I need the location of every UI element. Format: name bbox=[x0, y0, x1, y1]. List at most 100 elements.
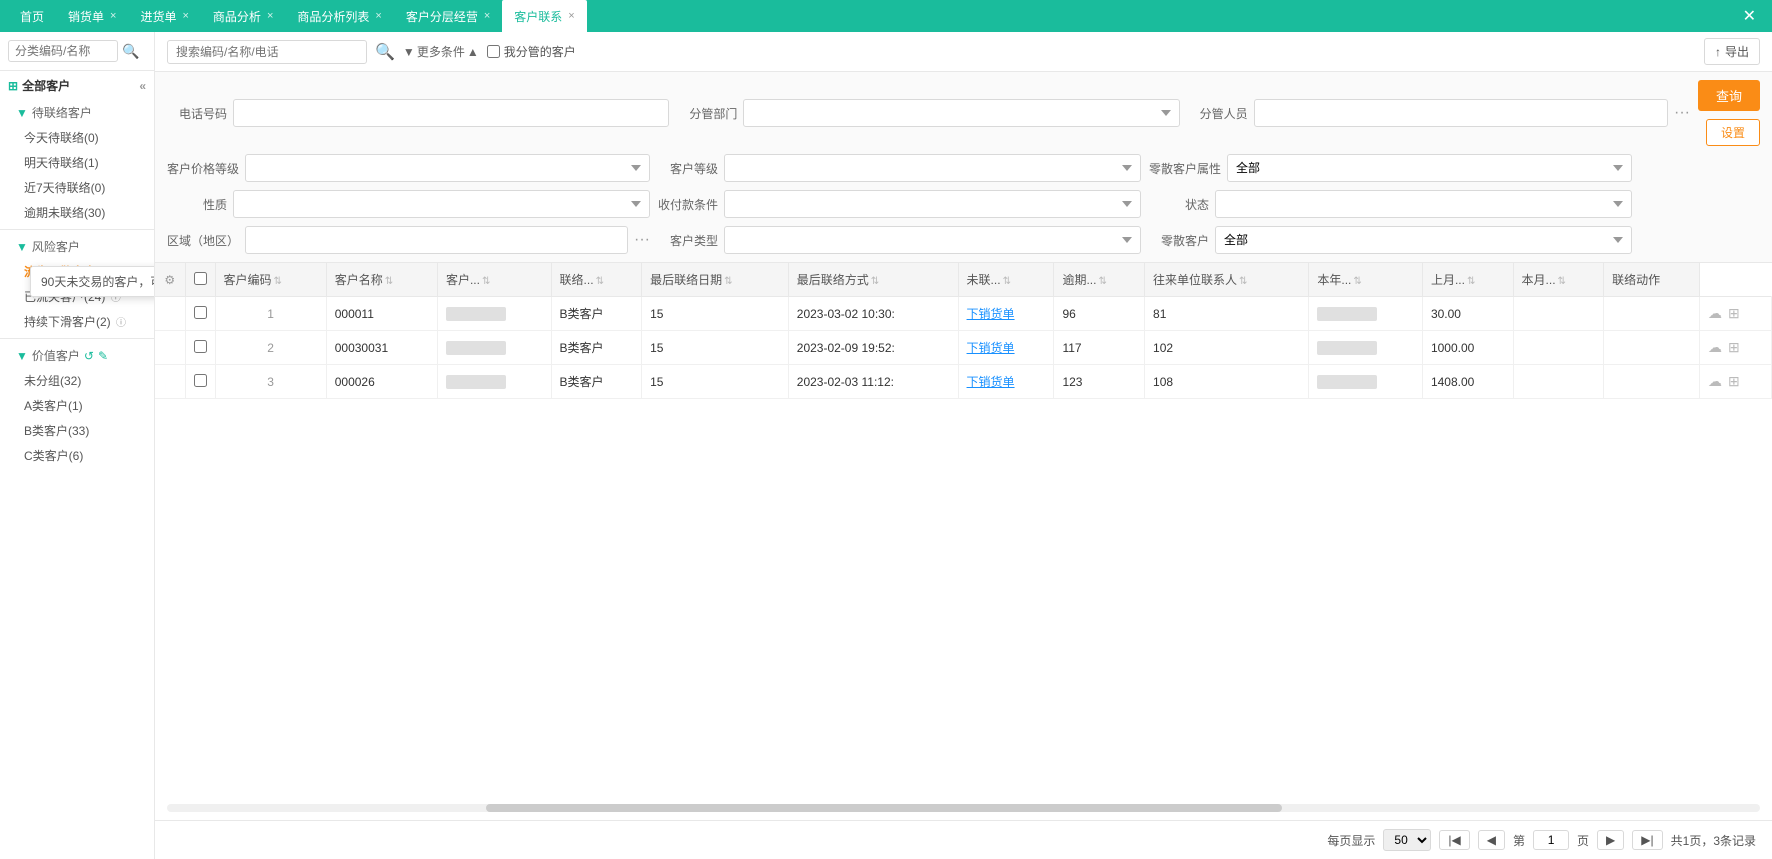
th-settings[interactable]: ⚙ bbox=[155, 263, 185, 297]
sidebar-item-class-c[interactable]: C类客户(6) bbox=[0, 443, 154, 468]
close-product-analysis-tab[interactable]: × bbox=[267, 10, 273, 22]
close-customer-contact-tab[interactable]: × bbox=[568, 10, 574, 22]
sidebar-search-icon[interactable]: 🔍 bbox=[122, 43, 139, 60]
sidebar-value-section[interactable]: ▼ 价值客户 ↺ ✎ bbox=[0, 343, 154, 368]
last-page-button[interactable]: ▶| bbox=[1632, 830, 1662, 850]
close-purchase-tab[interactable]: × bbox=[182, 10, 188, 22]
page-number-input[interactable] bbox=[1533, 830, 1569, 850]
sidebar-risk-section[interactable]: ▼ 风险客户 bbox=[0, 234, 154, 259]
window-close-button[interactable]: ✕ bbox=[1735, 6, 1764, 26]
sidebar-item-ungrouped[interactable]: 未分组(32) bbox=[0, 368, 154, 393]
row-checkbox-2[interactable] bbox=[194, 374, 207, 387]
action-grid-icon-1[interactable]: ⊞ bbox=[1728, 339, 1740, 356]
my-customers-checkbox[interactable] bbox=[487, 45, 500, 58]
th-this-month: 本月...⇅ bbox=[1513, 263, 1604, 297]
my-customers-checkbox-label[interactable]: 我分管的客户 bbox=[487, 43, 576, 60]
th-code: 客户编码⇅ bbox=[215, 263, 326, 297]
grid-icon: ⊞ bbox=[8, 79, 18, 93]
row-this-year-2: 1408.00 bbox=[1422, 365, 1513, 399]
status-select[interactable] bbox=[1215, 190, 1632, 218]
first-page-button[interactable]: |◀ bbox=[1439, 830, 1469, 850]
filter-payment-field: 收付款条件 bbox=[658, 190, 1141, 218]
customer-type-select[interactable] bbox=[724, 226, 1141, 254]
manager-input[interactable] bbox=[1254, 99, 1668, 127]
action-chat-icon-0[interactable]: ☁ bbox=[1708, 305, 1722, 322]
region-input[interactable] bbox=[245, 226, 628, 254]
query-button[interactable]: 查询 bbox=[1698, 80, 1760, 111]
filter-more-button[interactable]: ▼ 更多条件 ▲ bbox=[403, 43, 479, 60]
row-checkbox-1[interactable] bbox=[194, 340, 207, 353]
next-page-button[interactable]: ▶ bbox=[1597, 830, 1624, 850]
sidebar-search-input[interactable] bbox=[8, 40, 118, 62]
price-level-select[interactable] bbox=[245, 154, 650, 182]
filter-search-input[interactable] bbox=[167, 40, 367, 64]
manager-more-icon[interactable]: ··· bbox=[1674, 104, 1690, 122]
export-button[interactable]: ↑ 导出 bbox=[1704, 38, 1760, 65]
edit-icon[interactable]: ✎ bbox=[98, 349, 108, 363]
prev-page-button[interactable]: ◀ bbox=[1478, 830, 1505, 850]
tab-product-list[interactable]: 商品分析列表 × bbox=[285, 0, 393, 32]
row-last-month-0 bbox=[1513, 297, 1604, 331]
scroll-thumb[interactable] bbox=[486, 804, 1283, 812]
tab-product-analysis[interactable]: 商品分析 × bbox=[201, 0, 285, 32]
settings-button[interactable]: 设置 bbox=[1706, 119, 1760, 146]
tab-customer-contact[interactable]: 客户联系 × bbox=[502, 0, 586, 32]
th-checkbox[interactable] bbox=[185, 263, 215, 297]
sidebar-pending-section[interactable]: ▼ 待联络客户 bbox=[0, 100, 154, 125]
row-actions-0[interactable]: ☁ ⊞ bbox=[1700, 297, 1772, 331]
row-code-2: 000026 bbox=[326, 365, 437, 399]
row-last-month-1 bbox=[1513, 331, 1604, 365]
row-checkbox-cell-2[interactable] bbox=[185, 365, 215, 399]
zero-select[interactable]: 全部 bbox=[1215, 226, 1632, 254]
sidebar-all-customers[interactable]: ⊞ 全部客户 « bbox=[0, 71, 154, 100]
nature-select[interactable] bbox=[233, 190, 650, 218]
close-sales-tab[interactable]: × bbox=[110, 10, 116, 22]
row-last-method-0[interactable]: 下销货单 bbox=[958, 297, 1054, 331]
row-last-date-1: 2023-02-09 19:52: bbox=[788, 331, 958, 365]
refresh-icon[interactable]: ↺ bbox=[84, 349, 94, 363]
region-more-icon[interactable]: ··· bbox=[634, 231, 650, 249]
action-grid-icon-0[interactable]: ⊞ bbox=[1728, 305, 1740, 322]
zero-attr-select[interactable]: 全部 bbox=[1227, 154, 1632, 182]
dept-select[interactable] bbox=[743, 99, 1179, 127]
page-label: 第 bbox=[1513, 832, 1525, 849]
tab-home[interactable]: 首页 bbox=[8, 0, 56, 32]
table-row: 1 000011 B类客户 15 2023-03-02 10:30: 下销货单 … bbox=[155, 297, 1772, 331]
row-code-1: 00030031 bbox=[326, 331, 437, 365]
price-level-label: 客户价格等级 bbox=[167, 160, 239, 177]
sidebar-item-declining[interactable]: 持续下滑客户(2) ⓘ bbox=[0, 309, 154, 334]
tab-sales[interactable]: 销货单 × bbox=[56, 0, 128, 32]
close-product-list-tab[interactable]: × bbox=[375, 10, 381, 22]
row-last-method-1[interactable]: 下销货单 bbox=[958, 331, 1054, 365]
row-checkbox-cell-0[interactable] bbox=[185, 297, 215, 331]
filter-search-button[interactable]: 🔍 bbox=[375, 42, 395, 62]
tab-purchase[interactable]: 进货单 × bbox=[128, 0, 200, 32]
top-bar: 首页 销货单 × 进货单 × 商品分析 × 商品分析列表 × 客户分层经营 × … bbox=[0, 0, 1772, 32]
action-chat-icon-1[interactable]: ☁ bbox=[1708, 339, 1722, 356]
select-all-checkbox[interactable] bbox=[194, 272, 207, 285]
sidebar-item-7days[interactable]: 近7天待联络(0) bbox=[0, 175, 154, 200]
action-chat-icon-2[interactable]: ☁ bbox=[1708, 373, 1722, 390]
sidebar-item-overdue[interactable]: 逾期未联络(30) bbox=[0, 200, 154, 225]
collapse-icon: « bbox=[139, 79, 146, 93]
sidebar-item-class-b[interactable]: B类客户(33) bbox=[0, 418, 154, 443]
horizontal-scrollbar[interactable] bbox=[167, 804, 1760, 812]
phone-label: 电话号码 bbox=[167, 105, 227, 122]
row-checkbox-0[interactable] bbox=[194, 306, 207, 319]
phone-input[interactable] bbox=[233, 99, 669, 127]
action-grid-icon-2[interactable]: ⊞ bbox=[1728, 373, 1740, 390]
row-last-method-2[interactable]: 下销货单 bbox=[958, 365, 1054, 399]
per-page-select[interactable]: 50 bbox=[1383, 829, 1431, 851]
row-checkbox-cell-1[interactable] bbox=[185, 331, 215, 365]
sidebar-item-class-a[interactable]: A类客户(1) bbox=[0, 393, 154, 418]
payment-select[interactable] bbox=[724, 190, 1141, 218]
row-actions-1[interactable]: ☁ ⊞ bbox=[1700, 331, 1772, 365]
arrow-down-icon-2: ▼ bbox=[16, 240, 28, 254]
row-actions-2[interactable]: ☁ ⊞ bbox=[1700, 365, 1772, 399]
sidebar-item-today[interactable]: 今天待联络(0) bbox=[0, 125, 154, 150]
row-contacts-2 bbox=[1309, 365, 1423, 399]
tab-customer-tier[interactable]: 客户分层经营 × bbox=[394, 0, 502, 32]
sidebar-item-tomorrow[interactable]: 明天待联络(1) bbox=[0, 150, 154, 175]
close-customer-tier-tab[interactable]: × bbox=[484, 10, 490, 22]
level-select[interactable] bbox=[724, 154, 1141, 182]
